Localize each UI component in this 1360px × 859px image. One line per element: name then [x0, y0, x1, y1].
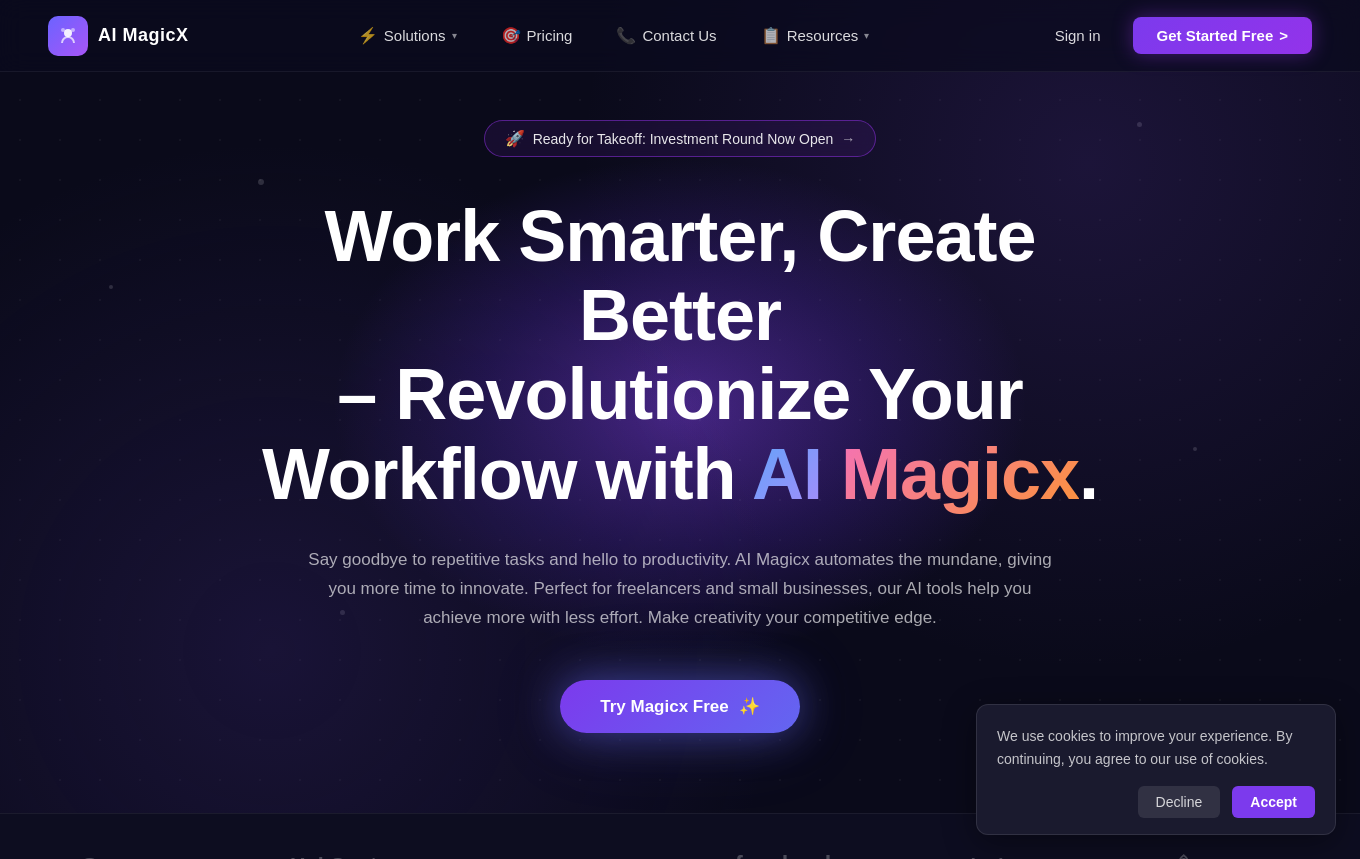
hero-section: 🚀 Ready for Takeoff: Investment Round No… [0, 0, 1360, 813]
svg-text:Quora: Quora [80, 853, 150, 859]
badge-arrow-icon: → [841, 131, 855, 147]
contact-label: Contact Us [642, 27, 716, 44]
cookie-text: We use cookies to improve your experienc… [997, 725, 1315, 770]
brand-hubspot: HubSpot [290, 848, 425, 859]
cookie-actions: Decline Accept [997, 786, 1315, 818]
cookie-banner: We use cookies to improve your experienc… [976, 704, 1336, 835]
pricing-label: Pricing [527, 27, 573, 44]
dot-3 [1137, 122, 1142, 127]
resources-label: Resources [787, 27, 859, 44]
contact-icon: 📞 [616, 26, 636, 45]
svg-point-0 [64, 29, 72, 37]
title-magicx: Magicx [841, 434, 1079, 514]
badge-rocket-icon: 🚀 [505, 129, 525, 148]
brand-airbnb: airbnb [1172, 848, 1280, 859]
cookie-decline-button[interactable]: Decline [1138, 786, 1221, 818]
brand-facebook: facebook [735, 848, 861, 859]
title-workflow-prefix: Workflow with [262, 434, 752, 514]
title-period: . [1079, 434, 1098, 514]
resources-icon: 📋 [761, 26, 781, 45]
cta-sparkle-icon: ✨ [739, 696, 760, 717]
brand-amazon: amazon [526, 846, 633, 859]
signin-link[interactable]: Sign in [1039, 19, 1117, 52]
hero-content: 🚀 Ready for Takeoff: Investment Round No… [230, 120, 1130, 733]
dot-2 [109, 285, 113, 289]
tinder-logo: tinder [962, 848, 1070, 859]
get-started-label: Get Started Free [1157, 27, 1274, 44]
get-started-button[interactable]: Get Started Free > [1133, 17, 1312, 54]
dot-4 [1193, 447, 1197, 451]
logo-icon [48, 16, 88, 56]
hero-subtitle: Say goodbye to repetitive tasks and hell… [300, 546, 1060, 633]
hubspot-logo: HubSpot [290, 848, 425, 859]
svg-text:HubSpot: HubSpot [290, 854, 377, 859]
brand-quora: Quora [80, 848, 188, 859]
airbnb-logo: airbnb [1172, 848, 1280, 859]
logo[interactable]: AI MagicX [48, 16, 189, 56]
nav-contact[interactable]: 📞 Contact Us [598, 18, 734, 53]
svg-point-2 [71, 28, 75, 32]
navbar: AI MagicX ⚡ Solutions ▾ 🎯 Pricing 📞 Cont… [0, 0, 1360, 72]
brand-tinder: tinder [962, 848, 1070, 859]
solutions-chevron: ▾ [452, 30, 457, 41]
svg-text:facebook: facebook [735, 853, 839, 859]
pricing-icon: 🎯 [501, 26, 521, 45]
nav-pricing[interactable]: 🎯 Pricing [483, 18, 591, 53]
try-magicx-label: Try Magicx Free [600, 697, 729, 717]
solutions-label: Solutions [384, 27, 446, 44]
hero-title-line3: Workflow with AI Magicx. [230, 435, 1130, 514]
svg-point-1 [61, 28, 65, 32]
logo-text: AI MagicX [98, 25, 189, 46]
svg-text:amazon: amazon [526, 852, 597, 859]
nav-links: ⚡ Solutions ▾ 🎯 Pricing 📞 Contact Us 📋 R… [340, 18, 887, 53]
facebook-logo: facebook [735, 848, 861, 859]
cookie-accept-button[interactable]: Accept [1232, 786, 1315, 818]
hero-title-line2: – Revolutionize Your [230, 355, 1130, 434]
title-ai: AI [752, 434, 822, 514]
hero-badge[interactable]: 🚀 Ready for Takeoff: Investment Round No… [484, 120, 877, 157]
try-magicx-button[interactable]: Try Magicx Free ✨ [560, 680, 800, 733]
resources-chevron: ▾ [864, 30, 869, 41]
hero-title: Work Smarter, Create Better – Revolution… [230, 197, 1130, 514]
hero-title-line1: Work Smarter, Create Better [324, 196, 1035, 355]
quora-logo: Quora [80, 848, 188, 859]
nav-resources[interactable]: 📋 Resources ▾ [743, 18, 888, 53]
solutions-icon: ⚡ [358, 26, 378, 45]
badge-text: Ready for Takeoff: Investment Round Now … [533, 131, 834, 147]
get-started-suffix: > [1279, 27, 1288, 44]
svg-text:tinder: tinder [962, 856, 1028, 859]
nav-actions: Sign in Get Started Free > [1039, 17, 1312, 54]
amazon-logo: amazon [526, 846, 633, 859]
nav-solutions[interactable]: ⚡ Solutions ▾ [340, 18, 475, 53]
